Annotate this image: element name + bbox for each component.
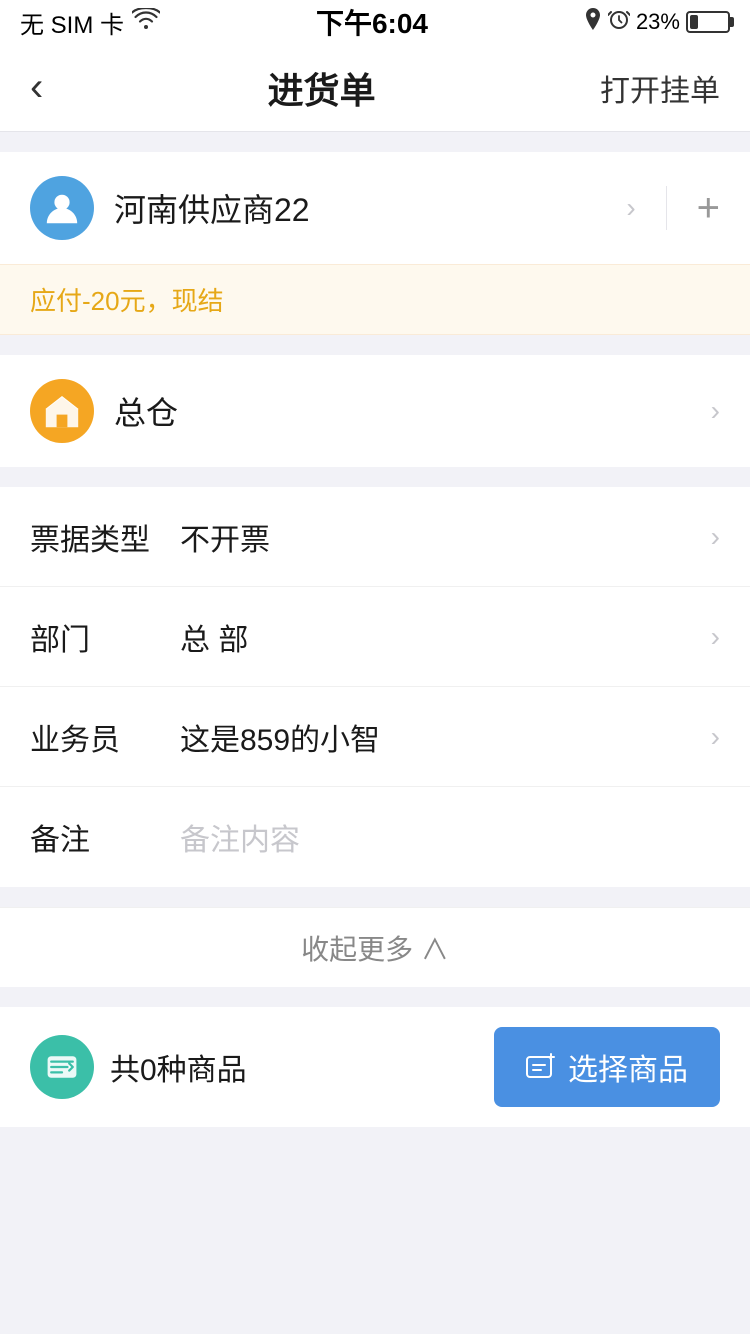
collapse-button[interactable]: 收起更多 ∧ — [0, 907, 750, 987]
vertical-divider — [666, 186, 667, 230]
back-button[interactable]: ‹ — [30, 65, 43, 110]
salesman-value: 这是859的小智 — [170, 715, 711, 759]
carrier-text: 无 SIM 卡 — [20, 5, 124, 40]
remark-input[interactable]: 备注内容 — [170, 815, 720, 859]
invoice-type-label: 票据类型 — [30, 515, 170, 559]
battery-icon — [686, 11, 730, 33]
cart-icon — [44, 1049, 80, 1085]
dept-chevron-icon: › — [711, 621, 720, 653]
supplier-chevron-icon: › — [626, 192, 635, 224]
select-product-button[interactable]: 选择商品 — [494, 1027, 720, 1107]
supplier-name: 河南供应商22 — [114, 185, 626, 231]
warehouse-chevron-icon: › — [711, 395, 720, 427]
remark-row[interactable]: 备注 备注内容 — [0, 787, 750, 887]
add-supplier-button[interactable]: + — [697, 186, 720, 231]
dept-row[interactable]: 部门 总 部 › — [0, 587, 750, 687]
payment-info-banner: 应付-20元，现结 — [0, 264, 750, 335]
nav-bar: ‹ 进货单 打开挂单 — [0, 44, 750, 132]
status-left: 无 SIM 卡 — [20, 5, 160, 40]
salesman-chevron-icon: › — [711, 721, 720, 753]
collapse-label: 收起更多 ∧ — [301, 928, 449, 968]
supplier-row[interactable]: 河南供应商22 › + — [0, 152, 750, 264]
alarm-icon — [608, 8, 630, 36]
form-section: 票据类型 不开票 › 部门 总 部 › 业务员 这是859的小智 › 备注 备注… — [0, 487, 750, 887]
wifi-icon — [132, 8, 160, 37]
page-title: 进货单 — [268, 62, 376, 114]
gap1 — [0, 132, 750, 152]
cart-icon-wrap — [30, 1035, 94, 1099]
product-count-text: 共0种商品 — [110, 1045, 247, 1089]
status-bar: 无 SIM 卡 下午6:04 23% — [0, 0, 750, 44]
open-pending-button[interactable]: 打开挂单 — [600, 66, 720, 110]
warehouse-icon — [44, 393, 80, 429]
salesman-row[interactable]: 业务员 这是859的小智 › — [0, 687, 750, 787]
invoice-type-row[interactable]: 票据类型 不开票 › — [0, 487, 750, 587]
select-product-icon — [526, 1053, 558, 1081]
invoice-chevron-icon: › — [711, 521, 720, 553]
dept-label: 部门 — [30, 615, 170, 659]
warehouse-section: 总仓 › — [0, 355, 750, 467]
warehouse-name: 总仓 — [114, 388, 711, 434]
select-product-label: 选择商品 — [568, 1045, 688, 1089]
status-time: 下午6:04 — [316, 2, 428, 42]
gap2 — [0, 335, 750, 355]
product-summary: 共0种商品 — [30, 1035, 247, 1099]
dept-value: 总 部 — [170, 615, 711, 659]
warehouse-icon-wrap — [30, 379, 94, 443]
supplier-avatar — [30, 176, 94, 240]
status-right: 23% — [584, 8, 730, 36]
remark-label: 备注 — [30, 815, 170, 859]
supplier-section: 河南供应商22 › + 应付-20元，现结 — [0, 152, 750, 335]
page-background — [0, 1127, 750, 1327]
location-icon — [584, 8, 602, 36]
person-icon — [43, 189, 81, 227]
supplier-actions: › + — [626, 186, 720, 231]
bottom-bar: 共0种商品 选择商品 — [0, 1007, 750, 1127]
salesman-label: 业务员 — [30, 715, 170, 759]
battery-percentage: 23% — [636, 9, 680, 35]
warehouse-row[interactable]: 总仓 › — [0, 355, 750, 467]
invoice-type-value: 不开票 — [170, 515, 711, 559]
